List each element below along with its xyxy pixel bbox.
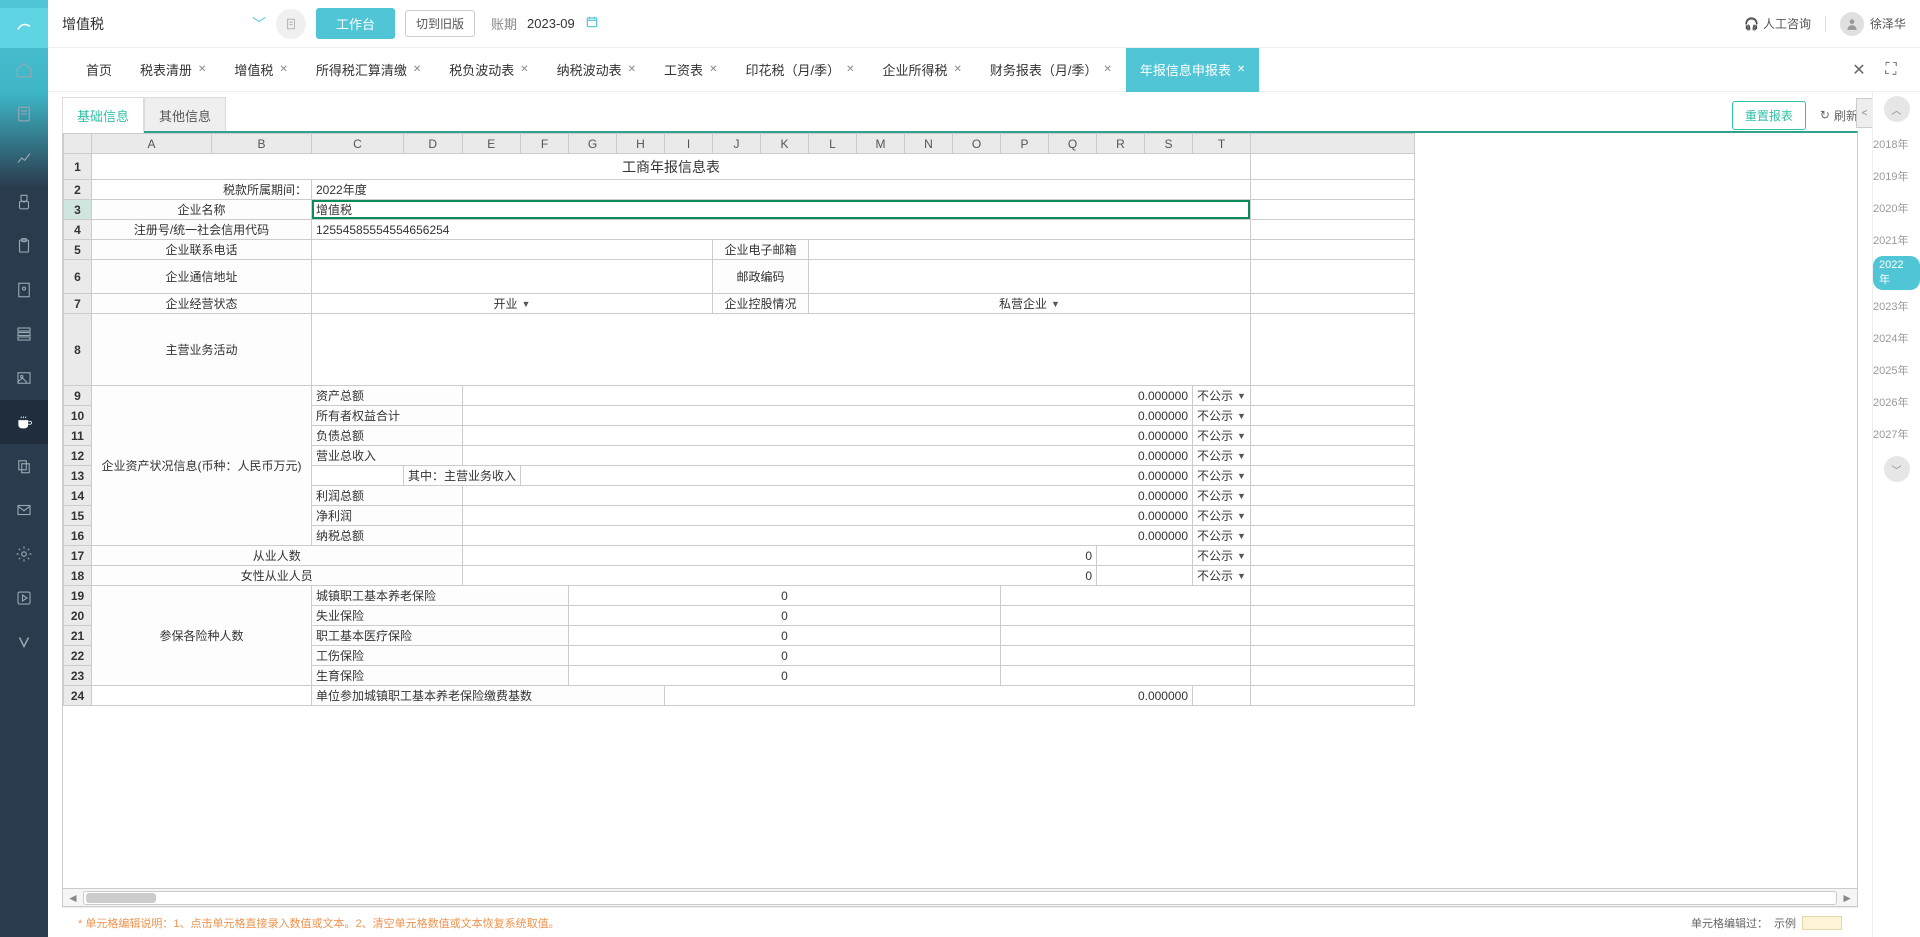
year-2018年[interactable]: 2018年 bbox=[1873, 128, 1920, 160]
gear-icon[interactable] bbox=[0, 532, 48, 576]
tabs-row: 首页税表清册✕增值税✕所得税汇算清缴✕税负波动表✕纳税波动表✕工资表✕印花税（月… bbox=[48, 48, 1920, 92]
logo-icon bbox=[0, 8, 48, 48]
user-menu[interactable]: 徐泽华 bbox=[1840, 12, 1906, 36]
scroll-up-icon[interactable]: ︿ bbox=[1884, 96, 1910, 122]
cup-icon[interactable] bbox=[0, 400, 48, 444]
left-rail bbox=[0, 0, 48, 937]
username: 徐泽华 bbox=[1870, 15, 1906, 32]
tab-财务报表（月/季）[interactable]: 财务报表（月/季）✕ bbox=[976, 48, 1126, 92]
year-2019年[interactable]: 2019年 bbox=[1873, 160, 1920, 192]
tab-close-icon[interactable]: ✕ bbox=[709, 64, 717, 75]
period-value[interactable]: 2023-09 bbox=[527, 16, 575, 31]
tab-close-icon[interactable]: ✕ bbox=[279, 64, 287, 75]
year-2020年[interactable]: 2020年 bbox=[1873, 192, 1920, 224]
play-icon[interactable] bbox=[0, 576, 48, 620]
tab-close-icon[interactable]: ✕ bbox=[413, 64, 421, 75]
tab-年报信息申报表[interactable]: 年报信息申报表✕ bbox=[1126, 48, 1259, 92]
tab-close-icon[interactable]: ✕ bbox=[953, 64, 961, 75]
tab-印花税（月/季）[interactable]: 印花税（月/季）✕ bbox=[731, 48, 868, 92]
clipboard-icon[interactable] bbox=[0, 224, 48, 268]
calendar-icon[interactable] bbox=[585, 15, 599, 32]
switch-old-button[interactable]: 切到旧版 bbox=[405, 10, 475, 37]
tab-税负波动表[interactable]: 税负波动表✕ bbox=[435, 48, 542, 92]
footer-example-label: 示例 bbox=[1774, 915, 1796, 931]
subtab-other[interactable]: 其他信息 bbox=[144, 97, 226, 133]
reset-button[interactable]: 重置报表 bbox=[1732, 101, 1806, 130]
year-2026年[interactable]: 2026年 bbox=[1873, 386, 1920, 418]
image-icon[interactable] bbox=[0, 356, 48, 400]
subtab-basic[interactable]: 基础信息 bbox=[62, 97, 144, 133]
tab-close-icon[interactable]: ✕ bbox=[1237, 64, 1245, 75]
chevron-down-icon: ﹀ bbox=[252, 14, 266, 34]
tab-增值税[interactable]: 增值税✕ bbox=[220, 48, 301, 92]
chart-icon[interactable] bbox=[0, 136, 48, 180]
year-2021年[interactable]: 2021年 bbox=[1873, 224, 1920, 256]
refresh-icon: ↻ bbox=[1820, 108, 1830, 122]
year-2024年[interactable]: 2024年 bbox=[1873, 322, 1920, 354]
headset-icon: 🎧 bbox=[1744, 17, 1759, 31]
file-icon[interactable] bbox=[0, 92, 48, 136]
footer-edited-label: 单元格编辑过： bbox=[1691, 915, 1768, 931]
tab-首页[interactable]: 首页 bbox=[72, 48, 126, 92]
org-selector[interactable]: 增值税 ﹀ bbox=[62, 14, 266, 34]
org-title: 增值税 bbox=[62, 14, 104, 34]
copy-icon[interactable] bbox=[0, 444, 48, 488]
year-2023年[interactable]: 2023年 bbox=[1873, 290, 1920, 322]
tab-close-icon[interactable]: ✕ bbox=[520, 64, 528, 75]
spreadsheet[interactable]: ABCDEFGHIJKLMNOPQRST1工商年报信息表2税款所属期间：2022… bbox=[62, 131, 1858, 907]
consult-link[interactable]: 🎧 人工咨询 bbox=[1744, 15, 1811, 32]
year-rail: ︿ 2018年2019年2020年2021年2022年2023年2024年202… bbox=[1872, 92, 1920, 937]
close-tab-icon[interactable]: ✕ bbox=[1850, 61, 1868, 79]
v-icon[interactable] bbox=[0, 620, 48, 664]
doc-round-icon[interactable] bbox=[276, 9, 306, 39]
year-2022年[interactable]: 2022年 bbox=[1873, 256, 1920, 290]
tab-税表清册[interactable]: 税表清册✕ bbox=[126, 48, 220, 92]
footer-swatch bbox=[1802, 916, 1842, 930]
tab-close-icon[interactable]: ✕ bbox=[198, 64, 206, 75]
avatar bbox=[1840, 12, 1864, 36]
collapse-year-rail[interactable]: < bbox=[1856, 98, 1872, 128]
tab-所得税汇算清缴[interactable]: 所得税汇算清缴✕ bbox=[302, 48, 435, 92]
money-icon[interactable] bbox=[0, 180, 48, 224]
expand-icon[interactable]: ⛶ bbox=[1882, 61, 1900, 79]
home-icon[interactable] bbox=[0, 48, 48, 92]
tab-close-icon[interactable]: ✕ bbox=[846, 64, 854, 75]
divider bbox=[1825, 16, 1826, 32]
period-label: 账期 bbox=[491, 14, 517, 33]
tab-企业所得税[interactable]: 企业所得税✕ bbox=[868, 48, 975, 92]
tab-工资表[interactable]: 工资表✕ bbox=[650, 48, 731, 92]
footer: * 单元格编辑说明：1、点击单元格直接录入数值或文本。2、清空单元格数值或文本恢… bbox=[62, 907, 1858, 937]
h-scrollbar[interactable]: ◄ ► bbox=[63, 888, 1857, 906]
mail-icon[interactable] bbox=[0, 488, 48, 532]
topbar: 增值税 ﹀ 工作台 切到旧版 账期 2023-09 🎧 人工咨询 徐泽华 bbox=[48, 0, 1920, 48]
tab-close-icon[interactable]: ✕ bbox=[628, 64, 636, 75]
year-2027年[interactable]: 2027年 bbox=[1873, 418, 1920, 450]
footer-note: * 单元格编辑说明：1、点击单元格直接录入数值或文本。2、清空单元格数值或文本恢… bbox=[78, 915, 560, 931]
workspace-button[interactable]: 工作台 bbox=[316, 8, 395, 39]
tab-纳税波动表[interactable]: 纳税波动表✕ bbox=[543, 48, 650, 92]
tab-close-icon[interactable]: ✕ bbox=[1104, 64, 1112, 75]
doc-icon[interactable] bbox=[0, 268, 48, 312]
scroll-down-icon[interactable]: ﹀ bbox=[1884, 456, 1910, 482]
template-icon[interactable] bbox=[0, 312, 48, 356]
year-2025年[interactable]: 2025年 bbox=[1873, 354, 1920, 386]
refresh-button[interactable]: ↻刷新 bbox=[1820, 107, 1858, 124]
